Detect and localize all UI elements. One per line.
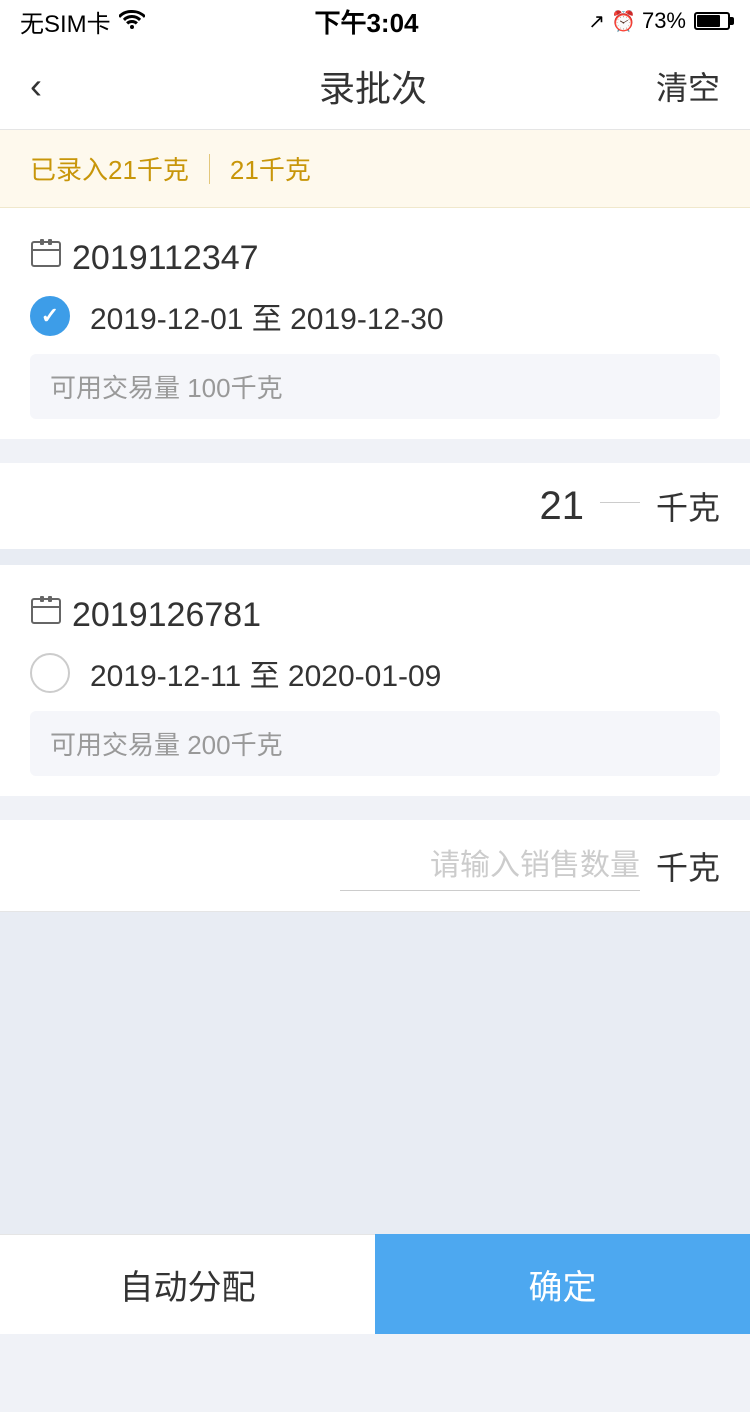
item-1-header: 2019112347	[30, 238, 720, 278]
item-card-2: 2019126781 2019-12-11 至 2020-01-09 可用交易量…	[0, 565, 750, 796]
separator-1	[0, 549, 750, 565]
item-2-row[interactable]: 2019-12-11 至 2020-01-09	[30, 651, 720, 695]
item-1-date: 2019-12-01 至 2019-12-30	[90, 294, 444, 338]
auto-distribute-button[interactable]: 自动分配	[0, 1234, 375, 1334]
status-bar: 无SIM卡 下午3:04 ↗ ⏰ 73%	[0, 0, 750, 42]
item-2-header: 2019126781	[30, 595, 720, 635]
info-banner: 已录入21千克 21千克	[0, 130, 750, 208]
item-2-radio[interactable]	[30, 653, 70, 693]
item-2-id: 2019126781	[72, 596, 261, 635]
item-2-date: 2019-12-11 至 2020-01-09	[90, 651, 441, 695]
back-button[interactable]: ‹	[30, 65, 90, 107]
item-2-icon	[30, 595, 62, 635]
quantity-value-1: 21	[539, 484, 584, 529]
location-icon: ↗	[588, 9, 605, 34]
quantity-spacer	[600, 502, 640, 503]
quantity-row-2: 请输入销售数量 千克	[0, 820, 750, 912]
status-left: 无SIM卡	[20, 4, 145, 39]
item-1-id: 2019112347	[72, 239, 259, 278]
quantity-row-1: 21 千克	[0, 463, 750, 549]
info-value: 21千克	[230, 150, 311, 187]
page-title: 录批次	[319, 60, 427, 112]
item-1-row[interactable]: 2019-12-01 至 2019-12-30	[30, 294, 720, 338]
item-card-1: 2019112347 2019-12-01 至 2019-12-30 可用交易量…	[0, 208, 750, 439]
input-line-2	[340, 890, 640, 891]
battery-percent: 73%	[642, 8, 686, 34]
item-1-radio[interactable]	[30, 296, 70, 336]
battery-icon	[694, 12, 730, 30]
nav-bar: ‹ 录批次 清空	[0, 42, 750, 130]
item-1-availability-wrap: 可用交易量 100千克	[30, 354, 720, 439]
item-2-availability: 可用交易量 200千克	[30, 711, 720, 776]
item-2-availability-wrap: 可用交易量 200千克	[30, 711, 720, 796]
clear-button[interactable]: 清空	[656, 63, 720, 109]
carrier-label: 无SIM卡	[20, 4, 111, 39]
info-divider	[209, 154, 210, 184]
quantity-unit-2: 千克	[656, 843, 720, 889]
confirm-button[interactable]: 确定	[375, 1234, 750, 1334]
input-placeholder-2: 请输入销售数量	[430, 840, 640, 890]
info-tag: 已录入21千克	[30, 150, 189, 187]
alarm-icon: ⏰	[611, 9, 636, 34]
status-right: ↗ ⏰ 73%	[588, 8, 730, 34]
wifi-icon	[119, 7, 145, 36]
input-underline-2: 请输入销售数量	[340, 840, 640, 891]
bottom-bar: 自动分配 确定	[0, 1234, 750, 1334]
status-time: 下午3:04	[314, 3, 418, 40]
quantity-unit-1: 千克	[656, 483, 720, 529]
item-1-icon	[30, 238, 62, 278]
item-1-availability: 可用交易量 100千克	[30, 354, 720, 419]
